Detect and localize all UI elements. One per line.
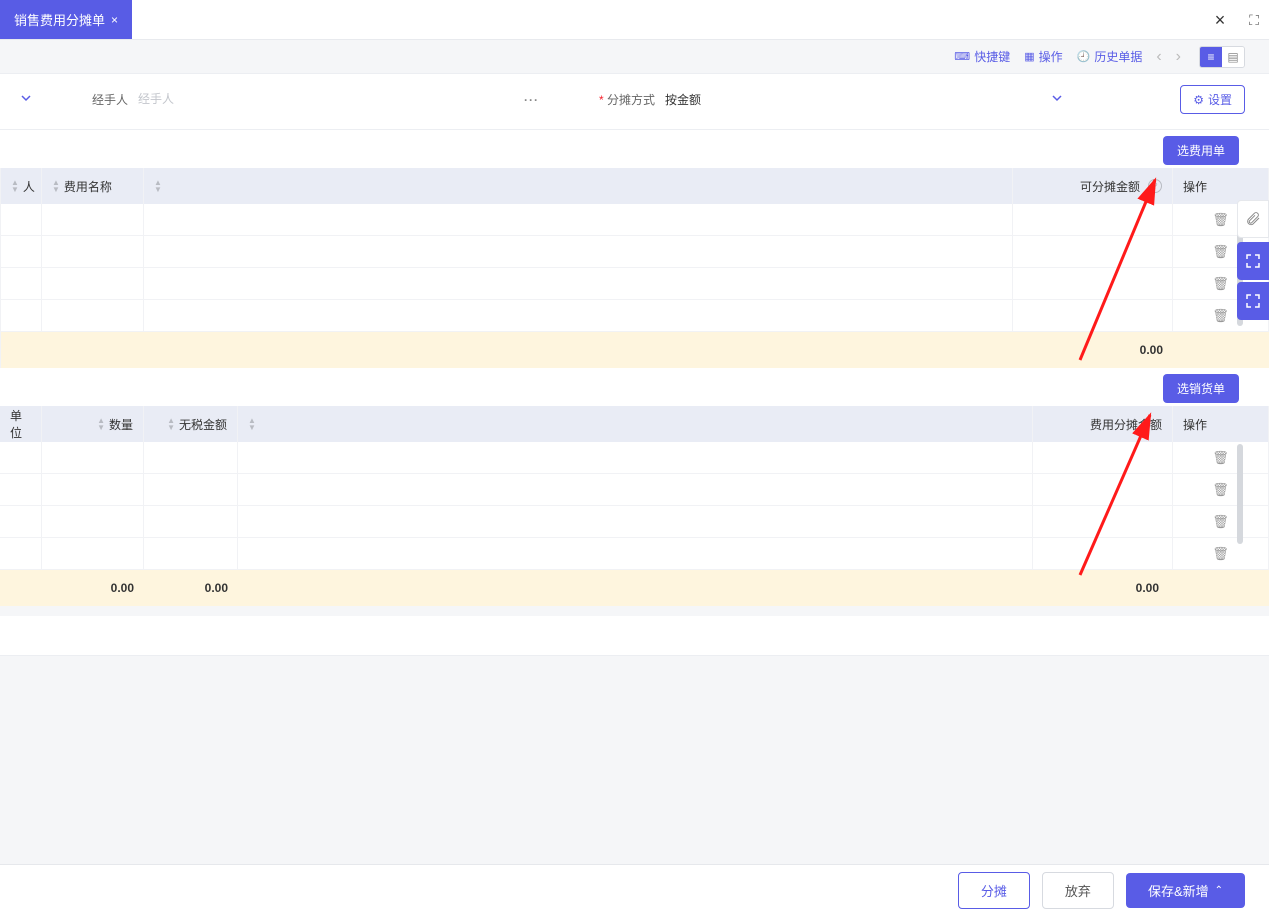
sort-icon: ▲▼ — [97, 417, 105, 431]
handler-input[interactable] — [136, 88, 516, 111]
operations-link[interactable]: ▦ 操作 — [1024, 48, 1062, 65]
delete-row-icon[interactable]: 🗑 — [1212, 514, 1229, 530]
delete-row-icon[interactable]: 🗑 — [1212, 546, 1229, 562]
sales-thead: 单位 ▲▼ 数量 ▲▼ 无税金额 ▲▼ 费用分摊金额 操作 — [0, 406, 1269, 442]
chevron-up-icon: ⌃ — [1215, 885, 1223, 896]
grid-icon: ▦ — [1024, 50, 1034, 63]
th-ops: 操作 — [1173, 168, 1269, 204]
view-card-icon[interactable]: ▤ — [1222, 47, 1244, 67]
tab-bar: 销售费用分摊单 × × ⛶ — [0, 0, 1269, 40]
table-row[interactable]: 🗑 — [0, 474, 1269, 506]
expense-total-amount: 0.00 — [1053, 332, 1173, 368]
sales-total-qty: 0.00 — [42, 570, 144, 606]
sort-icon: ▲▼ — [52, 179, 60, 193]
expense-tbody: 🗑 🗑 🗑 🗑 — [0, 204, 1269, 332]
table-row[interactable]: 🗑 — [0, 204, 1269, 236]
alloc-field: 分摊方式 — [599, 88, 1063, 111]
table-row[interactable]: 🗑 — [0, 300, 1269, 332]
delete-row-icon[interactable]: 🗑 — [1212, 482, 1229, 498]
blank-panel — [0, 616, 1269, 656]
discard-button[interactable]: 放弃 — [1042, 872, 1114, 909]
expense-total-row: 0.00 — [0, 332, 1269, 368]
window-close-icon[interactable]: × — [1211, 11, 1229, 29]
form-collapse-icon[interactable] — [20, 92, 32, 107]
delete-row-icon[interactable]: 🗑 — [1212, 276, 1229, 292]
form-area: 经手人 ··· 分摊方式 ⚙ 设置 — [0, 74, 1269, 130]
settings-button[interactable]: ⚙ 设置 — [1180, 85, 1245, 114]
sales-table: 单位 ▲▼ 数量 ▲▼ 无税金额 ▲▼ 费用分摊金额 操作 🗑 — [0, 406, 1269, 606]
th-tax[interactable]: ▲▼ 无税金额 — [144, 406, 238, 442]
expense-section: 选费用单 ▲▼ 人 ▲▼ 费用名称 ▲▼ 可分摊金额 ? 操作 — [0, 130, 1269, 368]
history-link[interactable]: 🕘 历史单据 — [1077, 48, 1143, 65]
sales-total-tax: 0.00 — [144, 570, 238, 606]
expand-panel-icon-2[interactable] — [1237, 282, 1269, 320]
next-record-icon[interactable]: › — [1176, 48, 1181, 66]
th-unit[interactable]: 单位 — [0, 406, 42, 442]
gap — [0, 606, 1269, 616]
view-list-icon[interactable]: ≡ — [1200, 47, 1222, 67]
select-expense-button[interactable]: 选费用单 — [1163, 136, 1239, 165]
th-ops: 操作 — [1173, 406, 1269, 442]
keyboard-icon: ⌨ — [954, 50, 970, 63]
toolbar: ⌨ 快捷键 ▦ 操作 🕘 历史单据 ‹ › ≡ ▤ — [0, 40, 1269, 74]
th-spacer[interactable]: ▲▼ — [238, 406, 1033, 442]
delete-row-icon[interactable]: 🗑 — [1212, 450, 1229, 466]
scrollbar[interactable] — [1237, 444, 1243, 544]
sales-total-row: 0.00 0.00 0.00 — [0, 570, 1269, 606]
allocate-button[interactable]: 分摊 — [958, 872, 1030, 909]
expense-thead: ▲▼ 人 ▲▼ 费用名称 ▲▼ 可分摊金额 ? 操作 — [0, 168, 1269, 204]
th-spacer[interactable]: ▲▼ — [144, 168, 1013, 204]
sales-total-alloc: 0.00 — [1033, 570, 1173, 606]
th-alloc-amount[interactable]: 可分摊金额 ? — [1013, 168, 1173, 204]
expense-table: ▲▼ 人 ▲▼ 费用名称 ▲▼ 可分摊金额 ? 操作 🗑 — [0, 168, 1269, 368]
th-first[interactable]: ▲▼ 人 — [0, 168, 42, 204]
expand-panel-icon[interactable] — [1237, 242, 1269, 280]
tab-active[interactable]: 销售费用分摊单 × — [0, 0, 132, 39]
handler-picker-icon[interactable]: ··· — [524, 93, 539, 107]
tab-close-icon[interactable]: × — [111, 13, 118, 27]
info-icon[interactable]: ? — [1148, 179, 1162, 193]
sales-section: 选销货单 单位 ▲▼ 数量 ▲▼ 无税金额 ▲▼ 费用分摊金额 操作 — [0, 368, 1269, 606]
shortcut-link[interactable]: ⌨ 快捷键 — [954, 48, 1010, 65]
footer: 分摊 放弃 保存&新增 ⌃ — [0, 864, 1269, 916]
th-expense-name[interactable]: ▲▼ 费用名称 — [42, 168, 144, 204]
gear-icon: ⚙ — [1193, 93, 1204, 107]
delete-row-icon[interactable]: 🗑 — [1212, 244, 1229, 260]
table-row[interactable]: 🗑 — [0, 268, 1269, 300]
table-row[interactable]: 🗑 — [0, 442, 1269, 474]
history-icon: 🕘 — [1077, 50, 1091, 63]
handler-field: 经手人 ··· — [92, 88, 539, 111]
th-alloc[interactable]: 费用分摊金额 — [1033, 406, 1173, 442]
th-qty[interactable]: ▲▼ 数量 — [42, 406, 144, 442]
handler-label: 经手人 — [92, 91, 128, 108]
save-new-button[interactable]: 保存&新增 ⌃ — [1126, 873, 1245, 908]
delete-row-icon[interactable]: 🗑 — [1212, 308, 1229, 324]
sort-icon: ▲▼ — [248, 417, 256, 431]
table-row[interactable]: 🗑 — [0, 538, 1269, 570]
side-tools — [1237, 200, 1269, 320]
alloc-label: 分摊方式 — [599, 91, 655, 108]
select-sales-button[interactable]: 选销货单 — [1163, 374, 1239, 403]
alloc-dropdown-icon[interactable] — [1051, 92, 1063, 107]
delete-row-icon[interactable]: 🗑 — [1212, 212, 1229, 228]
sort-icon: ▲▼ — [167, 417, 175, 431]
tab-title: 销售费用分摊单 — [14, 10, 105, 29]
table-row[interactable]: 🗑 — [0, 236, 1269, 268]
fullscreen-icon[interactable]: ⛶ — [1245, 11, 1263, 29]
attachment-icon[interactable] — [1237, 200, 1269, 238]
sales-tbody: 🗑 🗑 🗑 🗑 — [0, 442, 1269, 570]
prev-record-icon[interactable]: ‹ — [1156, 48, 1161, 66]
alloc-input[interactable] — [663, 88, 1043, 111]
view-toggle: ≡ ▤ — [1199, 46, 1245, 68]
sort-icon: ▲▼ — [11, 179, 19, 193]
sort-icon: ▲▼ — [154, 179, 162, 193]
table-row[interactable]: 🗑 — [0, 506, 1269, 538]
